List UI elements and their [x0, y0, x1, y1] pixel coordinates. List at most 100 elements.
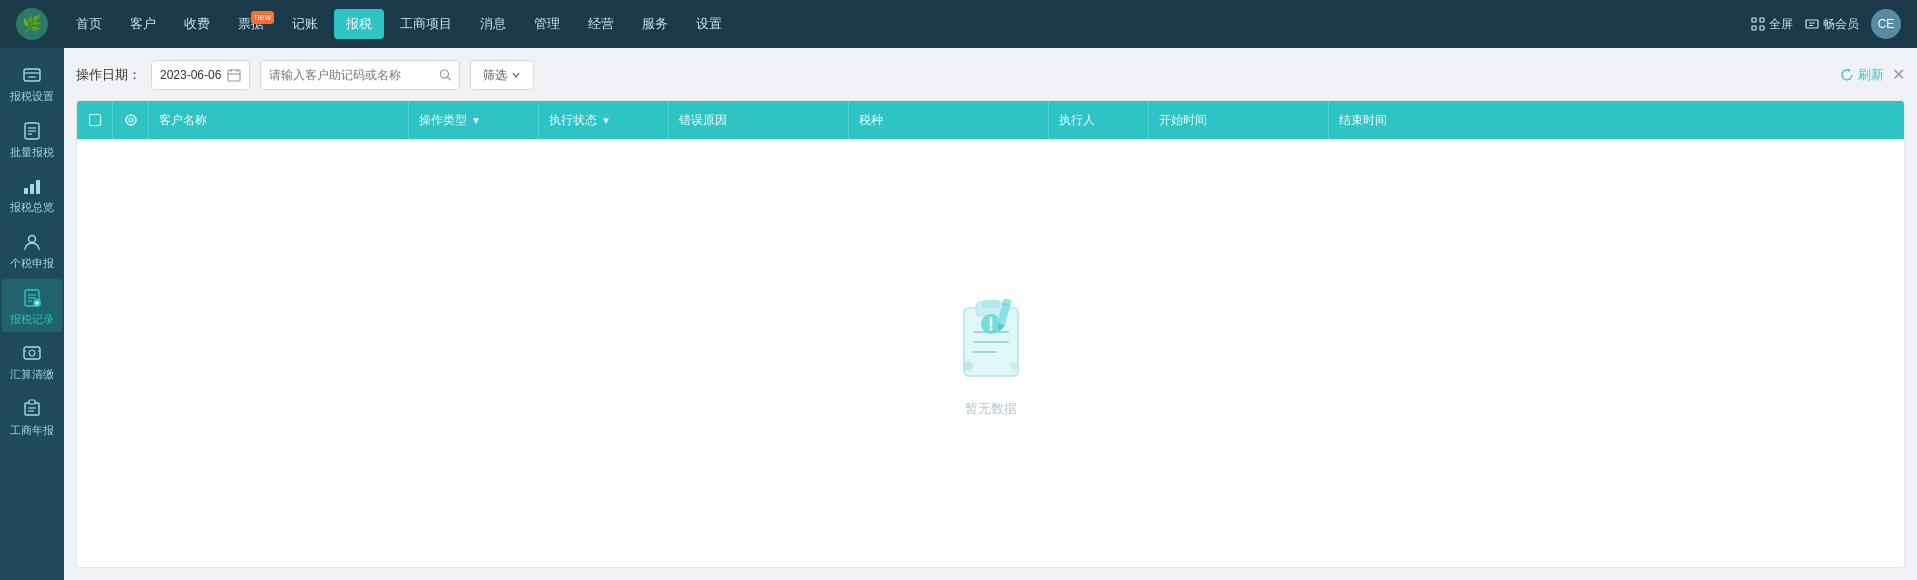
svg-point-39: [440, 70, 448, 78]
table-wrapper: 客户名称 操作类型 ▼ 执行状态 ▼ 错误原因 税种 执行人: [76, 100, 1905, 568]
annual-report-icon: [21, 398, 43, 420]
logo[interactable]: 🌿: [16, 8, 48, 40]
personal-tax-label: 个税申报: [10, 257, 54, 271]
nav-item-customer[interactable]: 客户: [118, 9, 168, 39]
table-body: 暂无数据: [77, 139, 1904, 567]
member-icon: [1805, 17, 1819, 31]
sidebar-item-annual-report[interactable]: 工商年报: [2, 390, 62, 444]
svg-rect-6: [1806, 20, 1818, 28]
chevron-down-icon: [511, 70, 521, 80]
tax-overview-label: 报税总览: [10, 201, 54, 215]
nav-item-settings[interactable]: 设置: [684, 9, 734, 39]
tax-settings-icon: [21, 64, 43, 86]
sidebar-item-personal-tax[interactable]: 个税申报: [2, 223, 62, 277]
batch-tax-label: 批量报税: [10, 146, 54, 160]
th-op-type[interactable]: 操作类型 ▼: [409, 101, 539, 139]
nav-item-message[interactable]: 消息: [468, 9, 518, 39]
svg-point-43: [126, 115, 136, 125]
svg-rect-31: [25, 403, 39, 415]
tax-records-icon: [21, 287, 43, 309]
th-start-time: 开始时间: [1149, 101, 1329, 139]
member-button[interactable]: 畅会员: [1805, 16, 1859, 33]
svg-text:🌿: 🌿: [22, 14, 42, 33]
sidebar-item-tax-settings[interactable]: 报税设置: [2, 56, 62, 110]
nav-item-tax[interactable]: 报税: [334, 9, 384, 39]
svg-rect-5: [1760, 26, 1764, 30]
svg-rect-4: [1752, 26, 1756, 30]
nav-item-service[interactable]: 服务: [630, 9, 680, 39]
top-nav-right: 全屏 畅会员 CE: [1751, 9, 1901, 39]
th-settings[interactable]: [113, 101, 149, 139]
sidebar-item-settlement[interactable]: 汇算清缴: [2, 334, 62, 388]
sidebar-item-tax-overview[interactable]: 报税总览: [2, 167, 62, 221]
main-layout: 报税设置 批量报税 报税总览: [0, 48, 1917, 580]
th-executor: 执行人: [1049, 101, 1149, 139]
sidebar-item-batch-tax[interactable]: 批量报税: [2, 112, 62, 166]
svg-point-61: [1010, 363, 1017, 370]
toolbar-actions: 刷新 ✕: [1840, 66, 1905, 84]
filter-icon-op-type: ▼: [471, 115, 481, 126]
top-nav: 🌿 首页 客户 收费 票据 new 记账 报税 工商项目 消息 管理 经营 服务…: [0, 0, 1917, 48]
fullscreen-button[interactable]: 全屏: [1751, 16, 1793, 33]
tax-overview-icon: [21, 175, 43, 197]
svg-point-56: [989, 328, 992, 331]
filter-icon-exec-status: ▼: [601, 115, 611, 126]
nav-item-home[interactable]: 首页: [64, 9, 114, 39]
svg-rect-27: [24, 347, 40, 359]
svg-rect-35: [228, 70, 240, 81]
svg-line-40: [447, 77, 450, 80]
date-label: 操作日期：: [76, 66, 141, 84]
refresh-button[interactable]: 刷新: [1840, 66, 1884, 84]
table-header: 客户名称 操作类型 ▼ 执行状态 ▼ 错误原因 税种 执行人: [77, 101, 1904, 139]
member-label: 畅会员: [1823, 16, 1859, 33]
avatar[interactable]: CE: [1871, 9, 1901, 39]
nav-item-manage[interactable]: 管理: [522, 9, 572, 39]
fullscreen-label: 全屏: [1769, 16, 1793, 33]
batch-tax-icon: [21, 120, 43, 142]
refresh-icon: [1840, 68, 1854, 82]
fullscreen-icon: [1751, 17, 1765, 31]
nav-item-bookkeeping[interactable]: 记账: [280, 9, 330, 39]
annual-report-label: 工商年报: [10, 424, 54, 438]
svg-point-42: [129, 118, 133, 122]
svg-rect-41: [89, 115, 100, 126]
empty-state: 暂无数据: [916, 258, 1066, 448]
sidebar-item-tax-records[interactable]: 报税记录: [2, 279, 62, 333]
search-icon: [439, 68, 452, 82]
nav-item-invoice[interactable]: 票据 new: [226, 9, 276, 39]
svg-rect-18: [36, 180, 40, 194]
sidebar: 报税设置 批量报税 报税总览: [0, 48, 64, 580]
svg-rect-16: [24, 188, 28, 194]
calendar-icon: [227, 68, 241, 82]
main-content: 操作日期： 2023-06-06 筛选: [64, 48, 1917, 580]
close-button[interactable]: ✕: [1892, 67, 1905, 83]
filter-button[interactable]: 筛选: [470, 60, 534, 90]
svg-rect-9: [24, 69, 40, 81]
settlement-icon: [21, 342, 43, 364]
th-checkbox[interactable]: [77, 101, 113, 139]
empty-text: 暂无数据: [965, 400, 1017, 418]
th-exec-status[interactable]: 执行状态 ▼: [539, 101, 669, 139]
tax-settings-label: 报税设置: [10, 90, 54, 104]
th-tax-type: 税种: [849, 101, 1049, 139]
nav-item-billing[interactable]: 收费: [172, 9, 222, 39]
personal-tax-icon: [21, 231, 43, 253]
svg-rect-17: [30, 184, 34, 194]
svg-point-28: [29, 350, 35, 356]
svg-rect-32: [29, 400, 35, 404]
svg-point-60: [963, 361, 973, 371]
date-picker[interactable]: 2023-06-06: [151, 60, 250, 90]
th-error-reason: 错误原因: [669, 101, 849, 139]
search-input[interactable]: [269, 68, 434, 82]
nav-item-business[interactable]: 工商项目: [388, 9, 464, 39]
filter-label: 筛选: [483, 67, 507, 84]
nav-item-operation[interactable]: 经营: [576, 9, 626, 39]
toolbar: 操作日期： 2023-06-06 筛选: [76, 60, 1905, 90]
refresh-label: 刷新: [1858, 66, 1884, 84]
tax-records-label: 报税记录: [10, 313, 54, 327]
date-value: 2023-06-06: [160, 68, 221, 82]
search-box[interactable]: [260, 60, 460, 90]
svg-point-19: [29, 235, 36, 242]
svg-rect-2: [1752, 18, 1756, 22]
svg-rect-3: [1760, 18, 1764, 22]
